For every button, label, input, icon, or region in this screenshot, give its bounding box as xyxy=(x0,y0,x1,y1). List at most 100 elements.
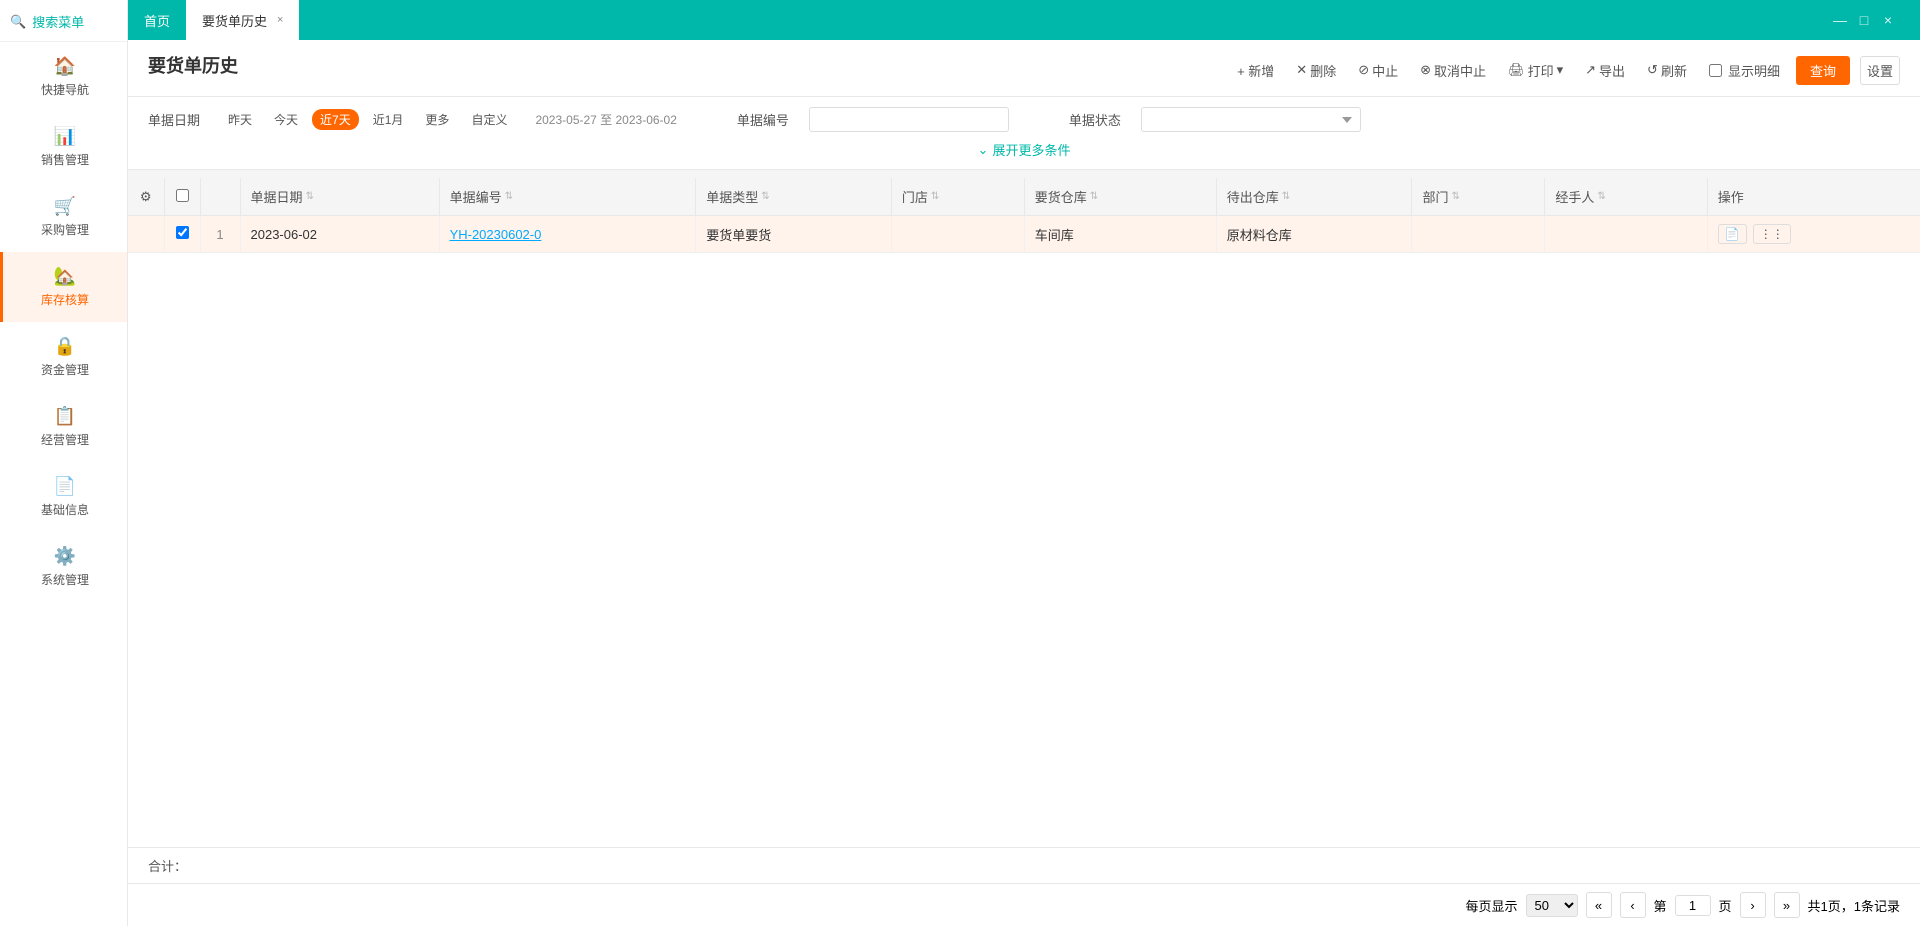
page-goto-prefix: 第 xyxy=(1654,896,1667,915)
filter-row-1: 单据日期 昨天今天近7天近1月更多自定义 2023-05-27 至 2023-0… xyxy=(148,107,1900,132)
filter-expand-row: ⌄ 展开更多条件 xyxy=(148,140,1900,159)
display-detail-checkbox[interactable] xyxy=(1709,64,1722,77)
display-detail-button[interactable]: 显示明细 xyxy=(1703,57,1786,84)
row-doc-type-cell: 要货单要货 xyxy=(696,216,892,253)
select-all-checkbox[interactable] xyxy=(176,189,189,202)
query-button[interactable]: 查询 xyxy=(1796,56,1850,85)
sidebar-item-finance[interactable]: 🔒 资金管理 xyxy=(0,322,127,392)
row-checkbox-cell[interactable] xyxy=(164,216,200,253)
th-pending-warehouse[interactable]: 待出仓库⇅ xyxy=(1216,178,1412,216)
sidebar-label-finance: 资金管理 xyxy=(41,361,89,378)
doc-status-select[interactable] xyxy=(1141,107,1361,132)
table-header-row: ⚙ 单据日期⇅ 单据编号⇅ 单据类型⇅ 门店⇅ 要货仓库⇅ 待出仓库⇅ 部门⇅ … xyxy=(128,178,1920,216)
close-button[interactable]: × xyxy=(1880,12,1896,28)
toolbar: + 新增 ✕ 删除 ⊘ 中止 ⊗ 取消中止 🖨 打印 xyxy=(1231,56,1900,85)
sidebar-item-inventory[interactable]: 🏡 库存核算 xyxy=(0,252,127,322)
minimize-button[interactable]: — xyxy=(1832,12,1848,28)
table-row[interactable]: 1 2023-06-02 YH-20230602-0 要货单要货 车间库 原材料… xyxy=(128,216,1920,253)
stop-button[interactable]: ⊘ 中止 xyxy=(1352,57,1404,84)
expand-conditions-button[interactable]: ⌄ 展开更多条件 xyxy=(978,140,1071,159)
tab-label-history: 要货单历史 xyxy=(202,11,267,30)
refresh-icon: ↺ xyxy=(1647,62,1658,78)
content-area: 要货单历史 + 新增 ✕ 删除 ⊘ 中止 ⊗ 取消中止 xyxy=(128,40,1920,926)
tab-history[interactable]: 要货单历史 × xyxy=(186,0,299,40)
print-button[interactable]: 🖨 打印 ▾ xyxy=(1502,57,1569,84)
sidebar-item-sales[interactable]: 📊 销售管理 xyxy=(0,112,127,182)
tab-home[interactable]: 首页 xyxy=(128,0,186,40)
th-doc-date[interactable]: 单据日期⇅ xyxy=(240,178,439,216)
per-page-select[interactable]: 2050100200 xyxy=(1526,894,1578,917)
row-doc-no-cell[interactable]: YH-20230602-0 xyxy=(439,216,696,253)
page-number-input[interactable]: 1 xyxy=(1675,895,1711,916)
page-goto-label: 页 xyxy=(1719,896,1732,915)
sidebar-label-basic: 基础信息 xyxy=(41,501,89,518)
date-btn-近7天[interactable]: 近7天 xyxy=(312,109,359,130)
table-footer: 合计： xyxy=(128,847,1920,883)
search-icon: 🔍 xyxy=(10,14,26,30)
system-icon: ⚙️ xyxy=(54,546,76,567)
date-btn-更多[interactable]: 更多 xyxy=(417,109,457,130)
next-page-button[interactable]: › xyxy=(1740,892,1766,918)
page-header: 要货单历史 + 新增 ✕ 删除 ⊘ 中止 ⊗ 取消中止 xyxy=(128,40,1920,97)
doc-status-label: 单据状态 xyxy=(1069,110,1121,129)
cancel-stop-button[interactable]: ⊗ 取消中止 xyxy=(1414,57,1492,84)
purchase-icon: 🛒 xyxy=(54,196,76,217)
sort-store-icon: ⇅ xyxy=(931,191,939,202)
operations-icon: 📋 xyxy=(54,406,76,427)
th-req-warehouse[interactable]: 要货仓库⇅ xyxy=(1024,178,1216,216)
main-area: 首页要货单历史 × — □ × 要货单历史 + 新增 ✕ 删除 xyxy=(128,0,1920,926)
sidebar-item-operations[interactable]: 📋 经营管理 xyxy=(0,392,127,462)
row-handler-cell xyxy=(1545,216,1707,253)
last-page-button[interactable]: » xyxy=(1774,892,1800,918)
window-controls: — □ × xyxy=(1832,12,1904,28)
th-department[interactable]: 部门⇅ xyxy=(1412,178,1545,216)
filter-dates: 昨天今天近7天近1月更多自定义 xyxy=(220,109,515,130)
sidebar-label-operations: 经营管理 xyxy=(41,431,89,448)
sidebar-item-purchase[interactable]: 🛒 采购管理 xyxy=(0,182,127,252)
sidebar-search[interactable]: 🔍 搜索菜单 xyxy=(0,0,127,42)
th-doc-no[interactable]: 单据编号⇅ xyxy=(439,178,696,216)
row-view-button[interactable]: 📄 xyxy=(1718,224,1747,244)
sidebar-label-sales: 销售管理 xyxy=(41,151,89,168)
row-checkbox-0[interactable] xyxy=(176,226,189,239)
date-btn-近1月[interactable]: 近1月 xyxy=(365,109,412,130)
delete-button[interactable]: ✕ 删除 xyxy=(1290,57,1342,84)
row-actions: 📄 ⋮⋮ xyxy=(1718,224,1910,244)
sidebar-item-system[interactable]: ⚙️ 系统管理 xyxy=(0,532,127,602)
doc-no-input[interactable] xyxy=(809,107,1009,132)
sort-pending-warehouse-icon: ⇅ xyxy=(1282,191,1290,202)
top-bar-right: — □ × xyxy=(1832,12,1920,28)
row-req-warehouse-cell: 车间库 xyxy=(1024,216,1216,253)
date-btn-自定义[interactable]: 自定义 xyxy=(463,109,515,130)
doc-no-link[interactable]: YH-20230602-0 xyxy=(450,227,542,242)
sales-icon: 📊 xyxy=(54,126,76,147)
first-page-button[interactable]: « xyxy=(1586,892,1612,918)
new-button[interactable]: + 新增 xyxy=(1231,57,1280,84)
sort-req-warehouse-icon: ⇅ xyxy=(1090,191,1098,202)
filter-area: 单据日期 昨天今天近7天近1月更多自定义 2023-05-27 至 2023-0… xyxy=(128,97,1920,170)
sidebar-search-label: 搜索菜单 xyxy=(32,12,84,31)
row-num-cell: 1 xyxy=(200,216,240,253)
tab-close-history[interactable]: × xyxy=(277,14,283,26)
inventory-icon: 🏡 xyxy=(54,266,76,287)
print-dropdown-icon: ▾ xyxy=(1557,62,1564,78)
th-store[interactable]: 门店⇅ xyxy=(891,178,1024,216)
row-doc-date-cell: 2023-06-02 xyxy=(240,216,439,253)
sidebar-item-basic[interactable]: 📄 基础信息 xyxy=(0,462,127,532)
row-more-button[interactable]: ⋮⋮ xyxy=(1753,224,1791,244)
sidebar-item-quick-nav[interactable]: 🏠 快捷导航 xyxy=(0,42,127,112)
export-button[interactable]: ↗ 导出 xyxy=(1579,57,1631,84)
prev-page-button[interactable]: ‹ xyxy=(1620,892,1646,918)
th-checkbox[interactable] xyxy=(164,178,200,216)
th-doc-type[interactable]: 单据类型⇅ xyxy=(696,178,892,216)
table-body: 1 2023-06-02 YH-20230602-0 要货单要货 车间库 原材料… xyxy=(128,216,1920,253)
export-icon: ↗ xyxy=(1585,62,1596,78)
th-handler[interactable]: 经手人⇅ xyxy=(1545,178,1707,216)
date-btn-今天[interactable]: 今天 xyxy=(266,109,306,130)
refresh-button[interactable]: ↺ 刷新 xyxy=(1641,57,1693,84)
maximize-button[interactable]: □ xyxy=(1856,12,1872,28)
sort-doc-type-icon: ⇅ xyxy=(761,191,769,202)
settings-button[interactable]: 设置 xyxy=(1860,56,1900,85)
th-settings[interactable]: ⚙ xyxy=(128,178,164,216)
date-btn-昨天[interactable]: 昨天 xyxy=(220,109,260,130)
